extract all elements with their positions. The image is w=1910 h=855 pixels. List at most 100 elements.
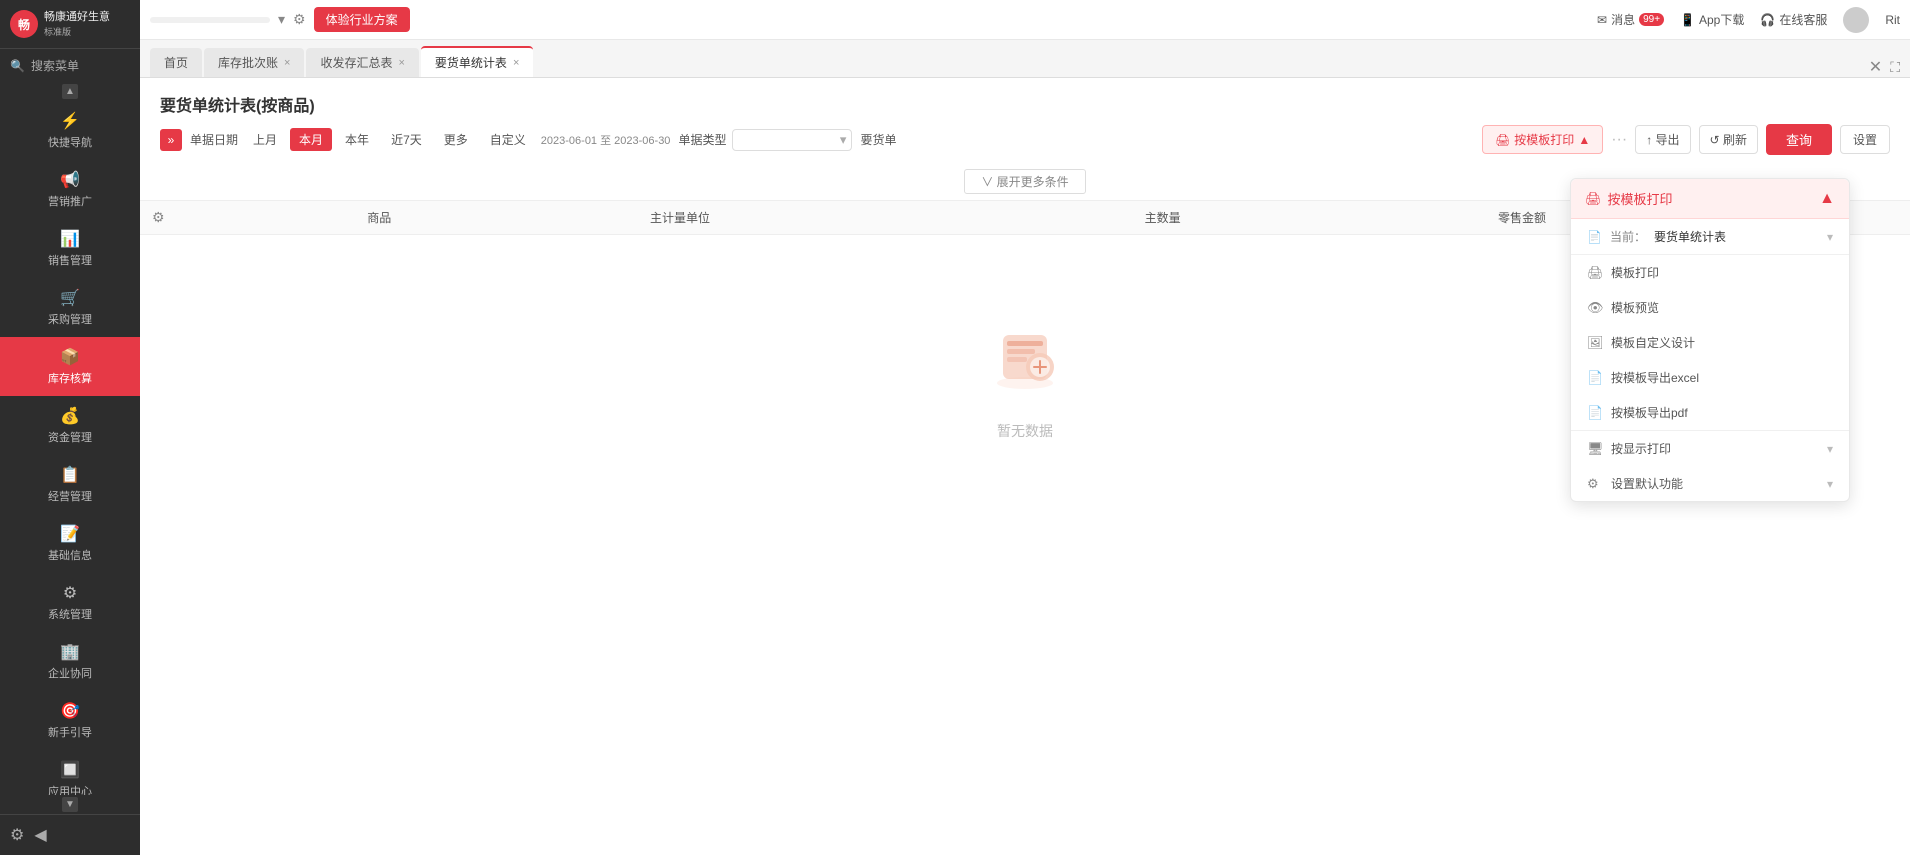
set-default-icon: ⚙ xyxy=(1587,476,1603,492)
dropdown-close-btn[interactable]: ▲ xyxy=(1819,190,1835,208)
toolbar: » 单据日期 上月 本月 本年 近7天 更多 自定义 2023-06-01 至 … xyxy=(140,116,1910,163)
dropdown-icon[interactable]: ▾ xyxy=(278,11,285,28)
sidebar-item-finance[interactable]: 💰 资金管理 xyxy=(0,396,140,455)
dropdown-header: 🖨 按模板打印 ▲ xyxy=(1571,179,1849,219)
sidebar-item-label: 采购管理 xyxy=(48,311,92,327)
sidebar-item-marketing[interactable]: 📢 营销推广 xyxy=(0,160,140,219)
sidebar-item-label: 营销推广 xyxy=(48,193,92,209)
goods-filter-group: 要货单 xyxy=(860,131,896,148)
sidebar-item-label: 销售管理 xyxy=(48,252,92,268)
dropdown-item-set-default[interactable]: ⚙ 设置默认功能 ▾ xyxy=(1571,466,1849,501)
page-header: 要货单统计表(按商品) xyxy=(140,78,1910,116)
sidebar-item-guide[interactable]: 🎯 新手引导 xyxy=(0,691,140,750)
basic-icon: 📝 xyxy=(60,524,80,544)
settings-bottom-icon[interactable]: ⚙ xyxy=(10,825,24,845)
sidebar-item-label: 企业协同 xyxy=(48,665,92,681)
dropdown-item-template-preview[interactable]: 👁 模板预览 xyxy=(1571,290,1849,325)
notification-item[interactable]: ✉ 消息 99+ xyxy=(1597,11,1664,28)
sidebar-item-purchase[interactable]: 🛒 采购管理 xyxy=(0,278,140,337)
query-btn[interactable]: 查询 xyxy=(1766,124,1832,155)
date-tab-last7[interactable]: 近7天 xyxy=(382,128,431,151)
settings-icon[interactable]: ⚙ xyxy=(293,11,306,28)
tab-order-stats-close[interactable]: × xyxy=(513,57,519,69)
tab-collection-summary-close[interactable]: × xyxy=(398,57,404,69)
dropdown-item-template-custom[interactable]: 🖼 模板自定义设计 xyxy=(1571,325,1849,360)
main-area: ▾ ⚙ 体验行业方案 ✉ 消息 99+ 📱 App下载 🎧 在线客服 Rit 首… xyxy=(140,0,1910,855)
sidebar-search[interactable]: 🔍 搜索菜单 xyxy=(0,49,140,82)
expand-more-btn[interactable]: ∨ 展开更多条件 xyxy=(964,169,1085,194)
table-settings-icon[interactable]: ⚙ xyxy=(152,209,165,225)
sidebar-item-sales[interactable]: 📊 销售管理 xyxy=(0,219,140,278)
avatar[interactable] xyxy=(1843,7,1869,33)
date-tab-more[interactable]: 更多 xyxy=(435,128,477,151)
window-expand-btn[interactable]: ⛶ xyxy=(1890,59,1900,76)
dropdown-current-template[interactable]: 📄 当前： 要货单统计表 ▾ xyxy=(1571,219,1849,255)
more-btn[interactable]: ··· xyxy=(1611,131,1627,149)
filter-expand-btn[interactable]: » xyxy=(160,129,182,151)
current-template-icon: 📄 xyxy=(1587,230,1602,244)
sidebar-item-label: 系统管理 xyxy=(48,606,92,622)
settings-btn[interactable]: 设置 xyxy=(1840,125,1890,154)
dropdown-items-section: 🖨 模板打印 👁 模板预览 🖼 模板自定义设计 📄 按模板导出excel 📄 xyxy=(1571,255,1849,431)
refresh-btn[interactable]: ↺ 刷新 xyxy=(1699,125,1758,154)
date-tab-custom[interactable]: 自定义 xyxy=(481,128,535,151)
sidebar-item-enterprise[interactable]: 🏢 企业协同 xyxy=(0,632,140,691)
sidebar-item-label: 基础信息 xyxy=(48,547,92,563)
dropdown-item-display-print[interactable]: 🖥 按显示打印 ▾ xyxy=(1571,431,1849,466)
date-tab-current-year[interactable]: 本年 xyxy=(336,128,378,151)
sidebar-item-operations[interactable]: 📋 经营管理 xyxy=(0,455,140,514)
goods-filter-label: 要货单 xyxy=(860,131,896,148)
operations-icon: 📋 xyxy=(60,465,80,485)
print-dropdown-arrow: ▲ xyxy=(1578,133,1590,147)
topbar-search[interactable] xyxy=(150,17,270,23)
tab-collection-summary-label: 收发存汇总表 xyxy=(320,54,392,71)
order-type-select[interactable] xyxy=(732,129,852,151)
date-tab-current-month[interactable]: 本月 xyxy=(290,128,332,151)
display-print-arrow: ▾ xyxy=(1827,442,1833,456)
sidebar-item-system[interactable]: ⚙ 系统管理 xyxy=(0,573,140,632)
online-service-item[interactable]: 🎧 在线客服 xyxy=(1760,11,1827,28)
tab-inventory-batch[interactable]: 库存批次账 × xyxy=(204,48,304,77)
sidebar-bottom: ⚙ ◀ xyxy=(0,814,140,855)
sidebar-item-inventory[interactable]: 📦 库存核算 xyxy=(0,337,140,396)
printer-icon: 🖨 xyxy=(1495,133,1510,147)
sidebar-scroll-down[interactable]: ▼ xyxy=(62,797,78,812)
sidebar-scroll-up[interactable]: ▲ xyxy=(62,84,78,99)
guide-icon: 🎯 xyxy=(60,701,80,721)
page-title: 要货单统计表(按商品) xyxy=(160,92,315,116)
dropdown-item-template-excel[interactable]: 📄 按模板导出excel xyxy=(1571,360,1849,395)
tab-order-stats[interactable]: 要货单统计表 × xyxy=(421,46,533,77)
sidebar-item-app-center[interactable]: 🔲 应用中心 xyxy=(0,750,140,795)
print-template-btn[interactable]: 🖨 按模板打印 ▲ xyxy=(1482,125,1603,154)
template-excel-icon: 📄 xyxy=(1587,370,1603,386)
col-settings: ⚙ xyxy=(140,201,355,235)
printer-dropdown-icon: 🖨 xyxy=(1585,191,1602,207)
current-arrow-icon: ▾ xyxy=(1827,230,1833,244)
sidebar-item-quick-nav[interactable]: ⚡ 快捷导航 xyxy=(0,101,140,160)
date-filter-label: 单据日期 xyxy=(190,131,238,148)
sidebar: 畅 畅康通好生意 标准版 🔍 搜索菜单 ▲ ⚡ 快捷导航 📢 营销推广 📊 销售… xyxy=(0,0,140,855)
industry-btn[interactable]: 体验行业方案 xyxy=(314,7,410,32)
system-icon: ⚙ xyxy=(63,583,77,603)
set-default-arrow: ▾ xyxy=(1827,477,1833,491)
dropdown-item-template-pdf[interactable]: 📄 按模板导出pdf xyxy=(1571,395,1849,430)
tab-collection-summary[interactable]: 收发存汇总表 × xyxy=(306,48,418,77)
date-tab-prev-month[interactable]: 上月 xyxy=(244,128,286,151)
app-download-item[interactable]: 📱 App下载 xyxy=(1680,11,1744,28)
app-name: 畅康通好生意 xyxy=(44,10,110,24)
export-icon: ↑ xyxy=(1646,133,1652,147)
window-close-btn[interactable]: ✕ xyxy=(1869,57,1882,77)
template-preview-icon: 👁 xyxy=(1587,300,1603,316)
collapse-sidebar-icon[interactable]: ◀ xyxy=(34,825,46,845)
sidebar-item-basic[interactable]: 📝 基础信息 xyxy=(0,514,140,573)
sidebar-item-label: 库存核算 xyxy=(48,370,92,386)
col-goods: 商品 xyxy=(355,201,638,235)
topbar-right: ✉ 消息 99+ 📱 App下载 🎧 在线客服 Rit xyxy=(1597,7,1900,33)
tab-inventory-batch-close[interactable]: × xyxy=(284,57,290,69)
dropdown-item-template-print[interactable]: 🖨 模板打印 xyxy=(1571,255,1849,290)
app-logo-icon: 畅 xyxy=(10,10,38,38)
topbar: ▾ ⚙ 体验行业方案 ✉ 消息 99+ 📱 App下载 🎧 在线客服 Rit xyxy=(140,0,1910,40)
tab-home[interactable]: 首页 xyxy=(150,48,202,77)
export-btn[interactable]: ↑ 导出 xyxy=(1635,125,1690,154)
enterprise-icon: 🏢 xyxy=(60,642,80,662)
